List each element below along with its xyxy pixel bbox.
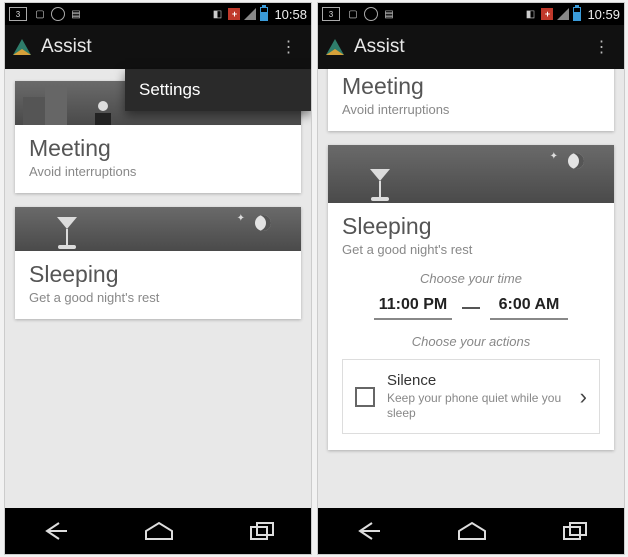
app-logo-icon (13, 39, 31, 55)
app-bar: Assist ⋮ (5, 25, 311, 69)
sleeping-card-title: Sleeping (29, 261, 287, 288)
moon-icon (255, 215, 271, 231)
app-logo-icon (326, 39, 344, 55)
meeting-card-subtitle: Avoid interruptions (342, 102, 600, 117)
sleeping-card-header-image: ✦ (328, 145, 614, 203)
star-icon: ✦ (237, 213, 245, 224)
silence-subtitle: Keep your phone quiet while you sleep (387, 391, 574, 421)
content-area: Meeting Avoid interruptions ✦ Sleeping G… (5, 69, 311, 508)
settings-label: Settings (139, 80, 200, 100)
content-area: Meeting Avoid interruptions ✦ Sleeping G… (318, 69, 624, 508)
battery-icon (573, 7, 581, 21)
star-icon: ✦ (550, 151, 558, 162)
carrier-badge: 3 (322, 7, 340, 21)
app-title: Assist (354, 36, 586, 58)
status-bar: 3 ▢ ▤ ◧ + 10:59 (318, 3, 624, 25)
status-icon: ▢ (346, 7, 360, 21)
nav-home-button[interactable] (142, 521, 176, 541)
time-start-picker[interactable]: 11:00 PM (374, 296, 452, 320)
time-range-dash (462, 307, 480, 309)
chevron-right-icon[interactable]: › (574, 384, 593, 410)
nav-home-button[interactable] (455, 521, 489, 541)
choose-actions-label: Choose your actions (342, 334, 600, 349)
phone-screenshot-left: 3 ▢ ▤ ◧ + 10:58 Assist ⋮ Settings (5, 3, 311, 554)
status-icon: ▤ (382, 7, 396, 21)
meeting-card-collapsed[interactable]: Meeting Avoid interruptions (328, 69, 614, 131)
motorola-icon (51, 7, 65, 21)
settings-menu-item[interactable]: Settings (125, 69, 311, 111)
nav-back-button[interactable] (41, 521, 69, 541)
status-icon: ▢ (33, 7, 47, 21)
phone-screenshot-right: 3 ▢ ▤ ◧ + 10:59 Assist ⋮ Meeting Avoid i… (318, 3, 624, 554)
status-bar: 3 ▢ ▤ ◧ + 10:58 (5, 3, 311, 25)
carrier-badge: 3 (9, 7, 27, 21)
nav-bar (318, 508, 624, 554)
motorola-icon (364, 7, 378, 21)
meeting-card-subtitle: Avoid interruptions (29, 164, 287, 179)
app-title: Assist (41, 36, 273, 58)
status-time: 10:59 (587, 7, 620, 22)
overflow-menu-button[interactable]: ⋮ (273, 37, 303, 57)
app-bar: Assist ⋮ (318, 25, 624, 69)
moon-icon (568, 153, 584, 169)
sleeping-card[interactable]: ✦ Sleeping Get a good night's rest (15, 207, 301, 319)
status-icon: ◧ (210, 7, 224, 21)
status-icon: ◧ (523, 7, 537, 21)
silence-title: Silence (387, 372, 574, 389)
status-time: 10:58 (274, 7, 307, 22)
signal-icon (244, 8, 256, 20)
silence-action-row[interactable]: Silence Keep your phone quiet while you … (342, 359, 600, 434)
silence-checkbox[interactable] (355, 387, 375, 407)
lamp-icon (55, 217, 79, 251)
overflow-menu-button[interactable]: ⋮ (586, 37, 616, 57)
sleeping-card-subtitle: Get a good night's rest (342, 242, 600, 257)
status-icon: ▤ (69, 7, 83, 21)
sleeping-card-header-image: ✦ (15, 207, 301, 251)
time-end-picker[interactable]: 6:00 AM (490, 296, 568, 320)
alert-icon: + (228, 8, 240, 20)
nav-recent-button[interactable] (249, 521, 275, 541)
alert-icon: + (541, 8, 553, 20)
meeting-card-title: Meeting (342, 73, 600, 100)
meeting-card-title: Meeting (29, 135, 287, 162)
sleeping-card-expanded: ✦ Sleeping Get a good night's rest Choos… (328, 145, 614, 450)
battery-icon (260, 7, 268, 21)
nav-bar (5, 508, 311, 554)
sleeping-card-title: Sleeping (342, 213, 600, 240)
nav-recent-button[interactable] (562, 521, 588, 541)
choose-time-label: Choose your time (342, 271, 600, 286)
lamp-icon (368, 169, 392, 203)
signal-icon (557, 8, 569, 20)
sleeping-card-subtitle: Get a good night's rest (29, 290, 287, 305)
nav-back-button[interactable] (354, 521, 382, 541)
